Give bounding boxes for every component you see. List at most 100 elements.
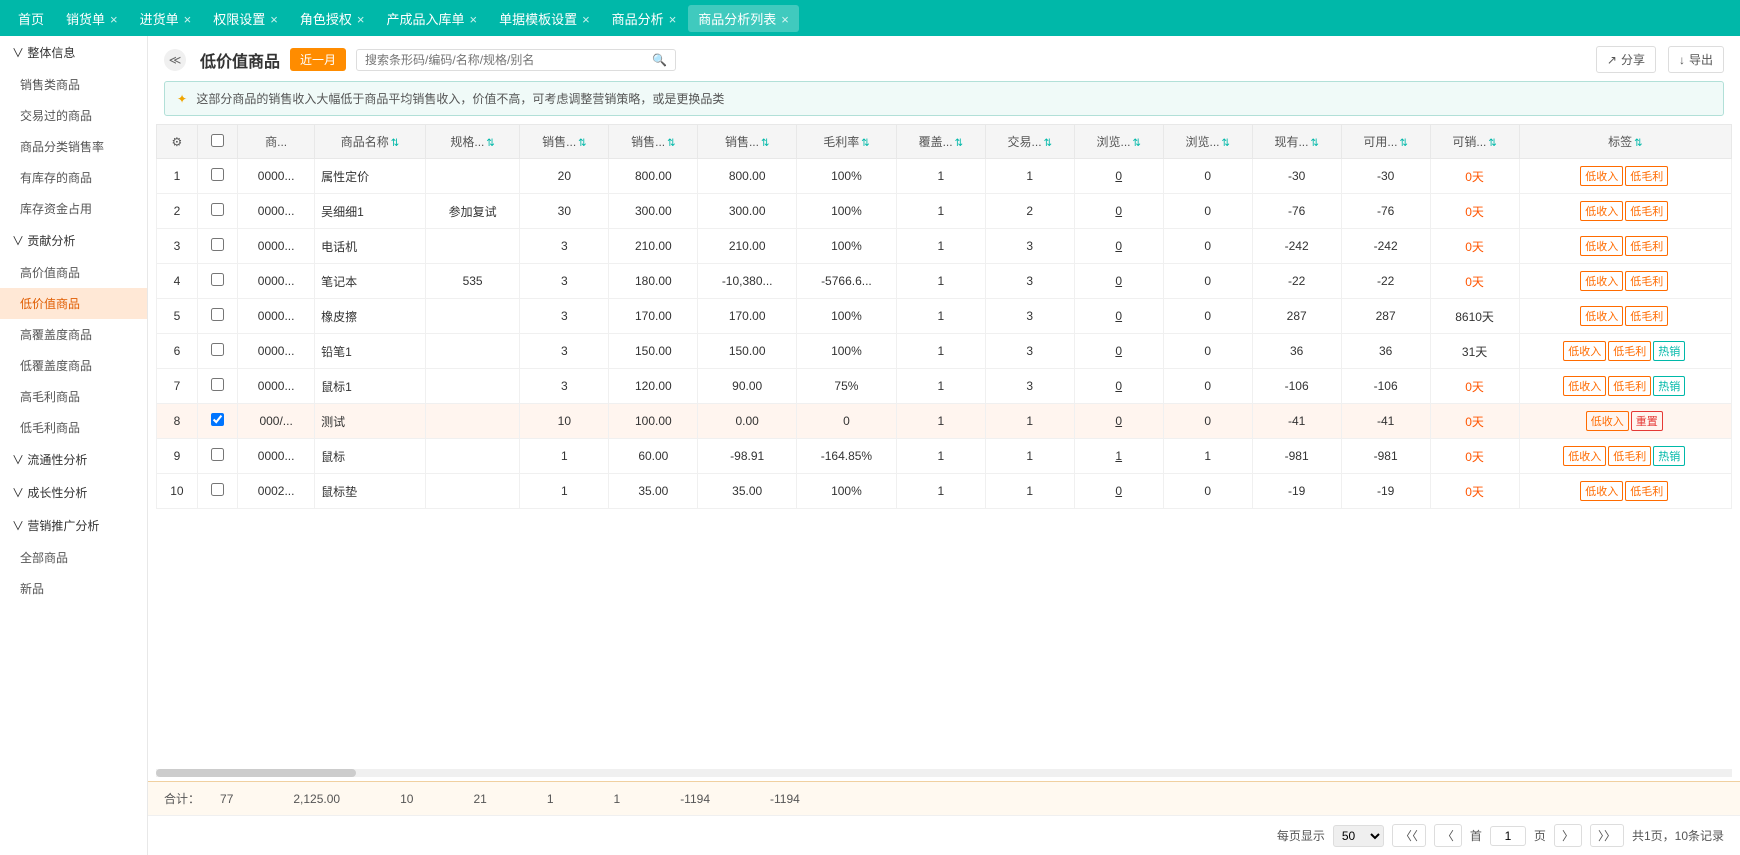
nav-item-单据模板设置[interactable]: 单据模板设置× [489,5,600,32]
view-link[interactable]: 0 [1115,414,1122,428]
row-checkbox[interactable] [211,413,224,426]
tag-低收入: 低收入 [1580,201,1623,221]
sidebar-item-低覆盖度商品[interactable]: 低覆盖度商品 [0,350,147,381]
view-link[interactable]: 0 [1115,309,1122,323]
cell-checkbox[interactable] [197,369,237,404]
row-checkbox[interactable] [211,308,224,321]
row-checkbox[interactable] [211,343,224,356]
row-checkbox[interactable] [211,483,224,496]
cell-qty: 3 [520,264,609,299]
sidebar-item-销售类商品[interactable]: 销售类商品 [0,69,147,100]
cell-qty: 3 [520,369,609,404]
sidebar-item-高价值商品[interactable]: 高价值商品 [0,257,147,288]
col-header-coverage[interactable]: 覆盖...⇅ [896,125,985,159]
col-header-tags[interactable]: 标签⇅ [1519,125,1731,159]
nav-item-商品分析列表[interactable]: 商品分析列表× [688,5,799,32]
first-page-btn[interactable]: 〈〈 [1392,824,1426,847]
row-checkbox[interactable] [211,448,224,461]
close-tab-icon[interactable]: × [110,12,118,27]
sidebar-group-∨ 营销推广分析[interactable]: ∨ 营销推广分析 [0,509,147,542]
nav-item-进货单[interactable]: 进货单× [130,5,202,32]
search-input[interactable] [365,53,648,67]
filter-button[interactable]: 近一月 [290,48,346,71]
col-header-sellable[interactable]: 可销...⇅ [1430,125,1519,159]
settings-icon[interactable]: ⚙ [172,135,183,149]
nav-item-首页[interactable]: 首页 [8,5,54,32]
close-tab-icon[interactable]: × [270,12,278,27]
view-link[interactable]: 0 [1115,379,1122,393]
sidebar-item-高毛利商品[interactable]: 高毛利商品 [0,381,147,412]
search-icon[interactable]: 🔍 [652,53,667,67]
close-tab-icon[interactable]: × [357,12,365,27]
sidebar-group-∨ 整体信息[interactable]: ∨ 整体信息 [0,36,147,69]
close-tab-icon[interactable]: × [781,12,789,27]
scrollbar-thumb[interactable] [156,769,356,777]
view-link[interactable]: 0 [1115,484,1122,498]
next-page-btn[interactable]: 〉 [1554,824,1582,847]
sidebar-group-∨ 流通性分析[interactable]: ∨ 流通性分析 [0,443,147,476]
cell-checkbox[interactable] [197,159,237,194]
close-tab-icon[interactable]: × [582,12,590,27]
sidebar-group-∨ 成长性分析[interactable]: ∨ 成长性分析 [0,476,147,509]
close-tab-icon[interactable]: × [469,12,477,27]
per-page-select[interactable]: 50 100 200 [1333,825,1384,847]
sidebar-group-∨ 贡献分析[interactable]: ∨ 贡献分析 [0,224,147,257]
nav-item-角色授权[interactable]: 角色授权× [290,5,375,32]
sidebar-item-低毛利商品[interactable]: 低毛利商品 [0,412,147,443]
view-link[interactable]: 0 [1115,169,1122,183]
scrollbar-area[interactable] [156,769,1732,777]
view-link[interactable]: 0 [1115,274,1122,288]
col-header-margin[interactable]: 毛利率⇅ [797,125,897,159]
col-header-sale_amt[interactable]: 销售...⇅ [609,125,698,159]
prev-page-btn[interactable]: 〈 [1434,824,1462,847]
view-link[interactable]: 0 [1115,239,1122,253]
col-header-stock[interactable]: 现有...⇅ [1252,125,1341,159]
col-header-name[interactable]: 商品名称⇅ [315,125,426,159]
col-header-code[interactable]: 商... [238,125,315,159]
page-input[interactable] [1490,826,1526,846]
share-button[interactable]: ↗ 分享 [1596,46,1656,73]
nav-item-销货单[interactable]: 销货单× [56,5,128,32]
sidebar-item-低价值商品[interactable]: 低价值商品 [0,288,147,319]
close-tab-icon[interactable]: × [184,12,192,27]
row-checkbox[interactable] [211,238,224,251]
col-header-avail[interactable]: 可用...⇅ [1341,125,1430,159]
view-link[interactable]: 1 [1115,449,1122,463]
cell-name: 吴细细1 [315,194,426,229]
cell-checkbox[interactable] [197,229,237,264]
view-link[interactable]: 0 [1115,344,1122,358]
collapse-sidebar-btn[interactable]: ≪ [164,49,186,71]
cell-checkbox[interactable] [197,334,237,369]
row-checkbox[interactable] [211,203,224,216]
cell-checkbox[interactable] [197,474,237,509]
sidebar-item-库存资金占用[interactable]: 库存资金占用 [0,193,147,224]
cell-checkbox[interactable] [197,194,237,229]
sidebar-item-高覆盖度商品[interactable]: 高覆盖度商品 [0,319,147,350]
row-checkbox[interactable] [211,378,224,391]
cell-checkbox[interactable] [197,264,237,299]
col-header-qty[interactable]: 销售...⇅ [520,125,609,159]
cell-checkbox[interactable] [197,404,237,439]
view-link[interactable]: 0 [1115,204,1122,218]
nav-item-产成品入库单[interactable]: 产成品入库单× [376,5,487,32]
cell-checkbox[interactable] [197,439,237,474]
sidebar-item-全部商品[interactable]: 全部商品 [0,542,147,573]
last-page-btn[interactable]: 〉〉 [1590,824,1624,847]
nav-item-权限设置[interactable]: 权限设置× [203,5,288,32]
row-checkbox[interactable] [211,273,224,286]
nav-item-商品分析[interactable]: 商品分析× [602,5,687,32]
export-button[interactable]: ↓ 导出 [1668,46,1724,73]
row-checkbox[interactable] [211,168,224,181]
col-header-spec[interactable]: 规格...⇅ [425,125,520,159]
sidebar-item-商品分类销售率[interactable]: 商品分类销售率 [0,131,147,162]
close-tab-icon[interactable]: × [669,12,677,27]
select-all-checkbox[interactable] [211,134,224,147]
sidebar-item-交易过的商品[interactable]: 交易过的商品 [0,100,147,131]
sidebar-item-新品[interactable]: 新品 [0,573,147,604]
cell-checkbox[interactable] [197,299,237,334]
col-header-sale_avg[interactable]: 销售...⇅ [698,125,797,159]
sidebar-item-有库存的商品[interactable]: 有库存的商品 [0,162,147,193]
col-header-trans[interactable]: 交易...⇅ [985,125,1074,159]
col-header-view1[interactable]: 浏览...⇅ [1074,125,1163,159]
col-header-view2[interactable]: 浏览...⇅ [1163,125,1252,159]
